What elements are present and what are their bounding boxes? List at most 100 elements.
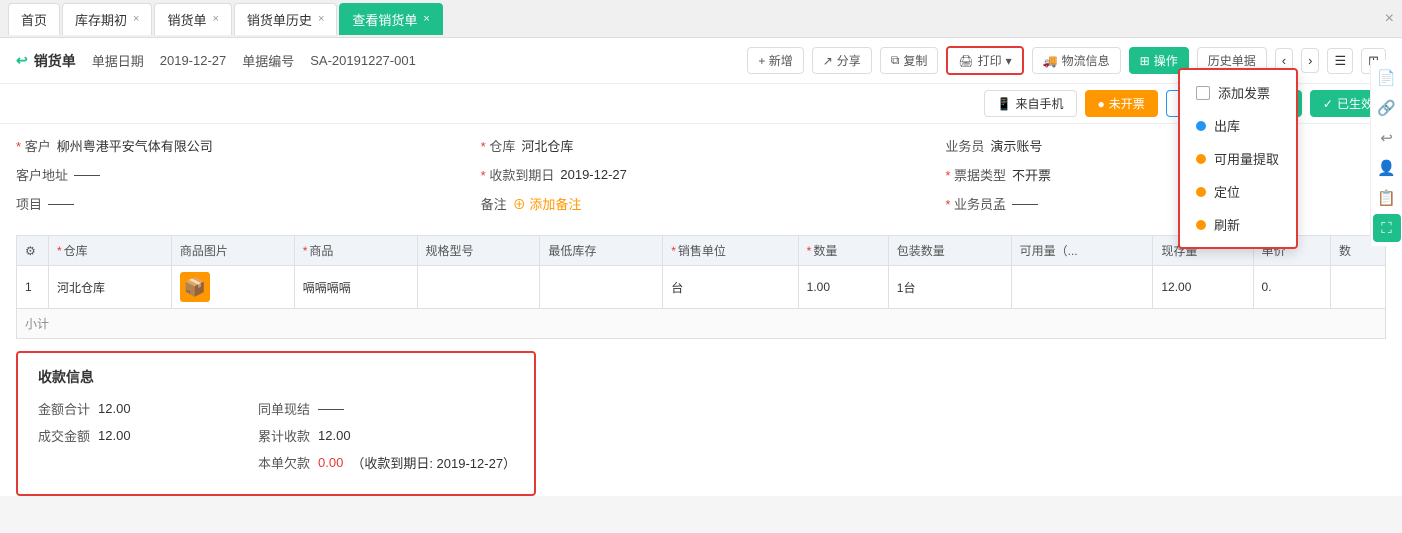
outstanding-item: 本单欠款 0.00 （收款到期日: 2019-12-27）	[258, 453, 514, 472]
copy-label: 复制	[903, 52, 927, 69]
new-label: + 新增	[758, 52, 792, 69]
not-open-label: 未开票	[1109, 95, 1145, 112]
print-dropdown-arrow[interactable]: ▾	[1006, 54, 1012, 68]
row-product: 嗝嗝嗝嗝	[294, 266, 417, 309]
doc-meta: 单据日期 2019-12-27 单据编号 SA-20191227-001	[92, 51, 416, 70]
sidebar-icon-expand[interactable]: ⛶	[1373, 214, 1401, 242]
view-list-button[interactable]: ☰	[1327, 48, 1353, 74]
sidebar-icon-return[interactable]: ↩	[1373, 124, 1401, 152]
row-product-img: 📦	[171, 266, 294, 309]
add-invoice-label: 添加发票	[1218, 83, 1270, 102]
due-date-field: * 收款到期日 2019-12-27	[481, 165, 922, 184]
not-open-button[interactable]: ● 未开票	[1085, 90, 1158, 117]
customer-value[interactable]: 柳州粤港平安气体有限公司	[57, 136, 213, 155]
doc-number-label: 单据编号	[242, 51, 294, 70]
summary-row-3: 本单欠款 0.00 （收款到期日: 2019-12-27）	[38, 453, 514, 472]
tab-sales-close[interactable]: ×	[212, 13, 218, 25]
tab-view-close[interactable]: ×	[423, 13, 429, 25]
tab-view-sales[interactable]: 查看销货单 ×	[339, 3, 442, 35]
not-open-icon: ●	[1098, 97, 1105, 111]
table-row: 1 河北仓库 📦 嗝嗝嗝嗝 台 1.00 1台 12.00 0.	[17, 266, 1386, 309]
available-qty-dot	[1196, 154, 1206, 164]
history-label: 历史单据	[1208, 52, 1256, 69]
subtotal-row: 小计	[17, 309, 1386, 339]
row-pack-qty: 1台	[888, 266, 1011, 309]
row-num: 1	[17, 266, 49, 309]
address-label: 客户地址	[16, 165, 68, 184]
project-field: 项目 ——	[16, 194, 457, 213]
tab-inventory-close[interactable]: ×	[133, 13, 139, 25]
refresh-item[interactable]: 刷新	[1180, 208, 1296, 241]
new-button[interactable]: + 新增	[747, 47, 803, 74]
tab-history-close[interactable]: ×	[318, 13, 324, 25]
col-settings[interactable]: ⚙	[17, 236, 49, 266]
warehouse-value[interactable]: 河北仓库	[521, 136, 573, 155]
add-note-button[interactable]: ⊕ 添加备注	[513, 194, 582, 213]
row-warehouse: 河北仓库	[49, 266, 172, 309]
doc-type-label: 销货单	[34, 51, 76, 71]
outstanding-value: 0.00	[318, 455, 343, 470]
cumulative-receipt-value: 12.00	[318, 428, 351, 443]
staff-label: 业务员	[945, 136, 984, 155]
add-note-icon: ⊕	[513, 197, 526, 212]
refresh-label: 刷新	[1214, 215, 1240, 234]
outbound-dot	[1196, 121, 1206, 131]
tab-sales-order[interactable]: 销货单 ×	[154, 3, 231, 35]
col-available: 可用量（...	[1011, 236, 1153, 266]
outbound-label: 出库	[1214, 116, 1240, 135]
tab-sales-history[interactable]: 销货单历史 ×	[234, 3, 337, 35]
sidebar-icon-link[interactable]: 🔗	[1373, 94, 1401, 122]
outstanding-label: 本单欠款	[258, 453, 310, 472]
close-window-button[interactable]: ×	[1385, 10, 1394, 28]
sidebar-icon-doc[interactable]: 📄	[1373, 64, 1401, 92]
due-date-label: * 收款到期日	[481, 165, 555, 184]
logistics-button[interactable]: 🚚 物流信息	[1032, 47, 1121, 74]
sidebar-icon-user[interactable]: 👤	[1373, 154, 1401, 182]
address-field: 客户地址 ——	[16, 165, 457, 184]
total-amount-label: 金额合计	[38, 399, 90, 418]
doc-date-label: 单据日期	[92, 51, 144, 70]
refresh-dot	[1196, 220, 1206, 230]
nav-next-button[interactable]: ›	[1301, 48, 1319, 73]
right-sidebar: 📄 🔗 ↩ 👤 📋 ⛶	[1370, 60, 1402, 246]
col-warehouse: *仓库	[49, 236, 172, 266]
customer-label: * 客户	[16, 136, 51, 155]
cumulative-receipt-item: 累计收款 12.00	[258, 426, 438, 445]
row-quantity: 1.00	[798, 266, 888, 309]
copy-button[interactable]: ⧉ 复制	[880, 47, 939, 74]
add-invoice-item[interactable]: 添加发票	[1180, 76, 1296, 109]
tab-history-label: 销货单历史	[247, 10, 312, 29]
tab-sales-label: 销货单	[167, 10, 206, 29]
logistics-label: 物流信息	[1062, 52, 1110, 69]
tab-inventory-init[interactable]: 库存期初 ×	[62, 3, 152, 35]
deal-amount-value: 12.00	[98, 428, 131, 443]
doc-type-icon: ↩	[16, 52, 28, 69]
doc-date-value: 2019-12-27	[160, 53, 227, 68]
phone-icon: 📱	[997, 97, 1012, 111]
project-label: 项目	[16, 194, 42, 213]
outstanding-note: （收款到期日: 2019-12-27）	[351, 453, 514, 472]
tab-bar: 首页 库存期初 × 销货单 × 销货单历史 × 查看销货单 × ×	[0, 0, 1402, 38]
nav-prev-icon: ‹	[1282, 53, 1286, 68]
row-unit-price: 0.	[1253, 266, 1331, 309]
available-qty-item[interactable]: 可用量提取	[1180, 142, 1296, 175]
print-button[interactable]: 🖨 打印 ▾	[946, 46, 1023, 75]
deal-amount-item: 成交金额 12.00	[38, 426, 218, 445]
row-sales-unit: 台	[663, 266, 798, 309]
operate-label: 操作	[1154, 52, 1178, 69]
share-button[interactable]: ↗ 分享	[812, 47, 872, 74]
sidebar-icon-clipboard[interactable]: 📋	[1373, 184, 1401, 212]
locate-dot	[1196, 187, 1206, 197]
logistics-icon: 🚚	[1043, 54, 1058, 68]
from-phone-button[interactable]: 📱 来自手机	[984, 90, 1077, 117]
row-spec	[417, 266, 540, 309]
col-product: *商品	[294, 236, 417, 266]
product-image: 📦	[180, 272, 210, 302]
invoice-label: * 票据类型	[945, 165, 1006, 184]
doc-number-value: SA-20191227-001	[310, 53, 416, 68]
outbound-item[interactable]: 出库	[1180, 109, 1296, 142]
row-min-stock	[540, 266, 663, 309]
tab-home[interactable]: 首页	[8, 3, 60, 35]
summary-row-1: 金额合计 12.00 同单现结 ——	[38, 399, 514, 418]
locate-item[interactable]: 定位	[1180, 175, 1296, 208]
